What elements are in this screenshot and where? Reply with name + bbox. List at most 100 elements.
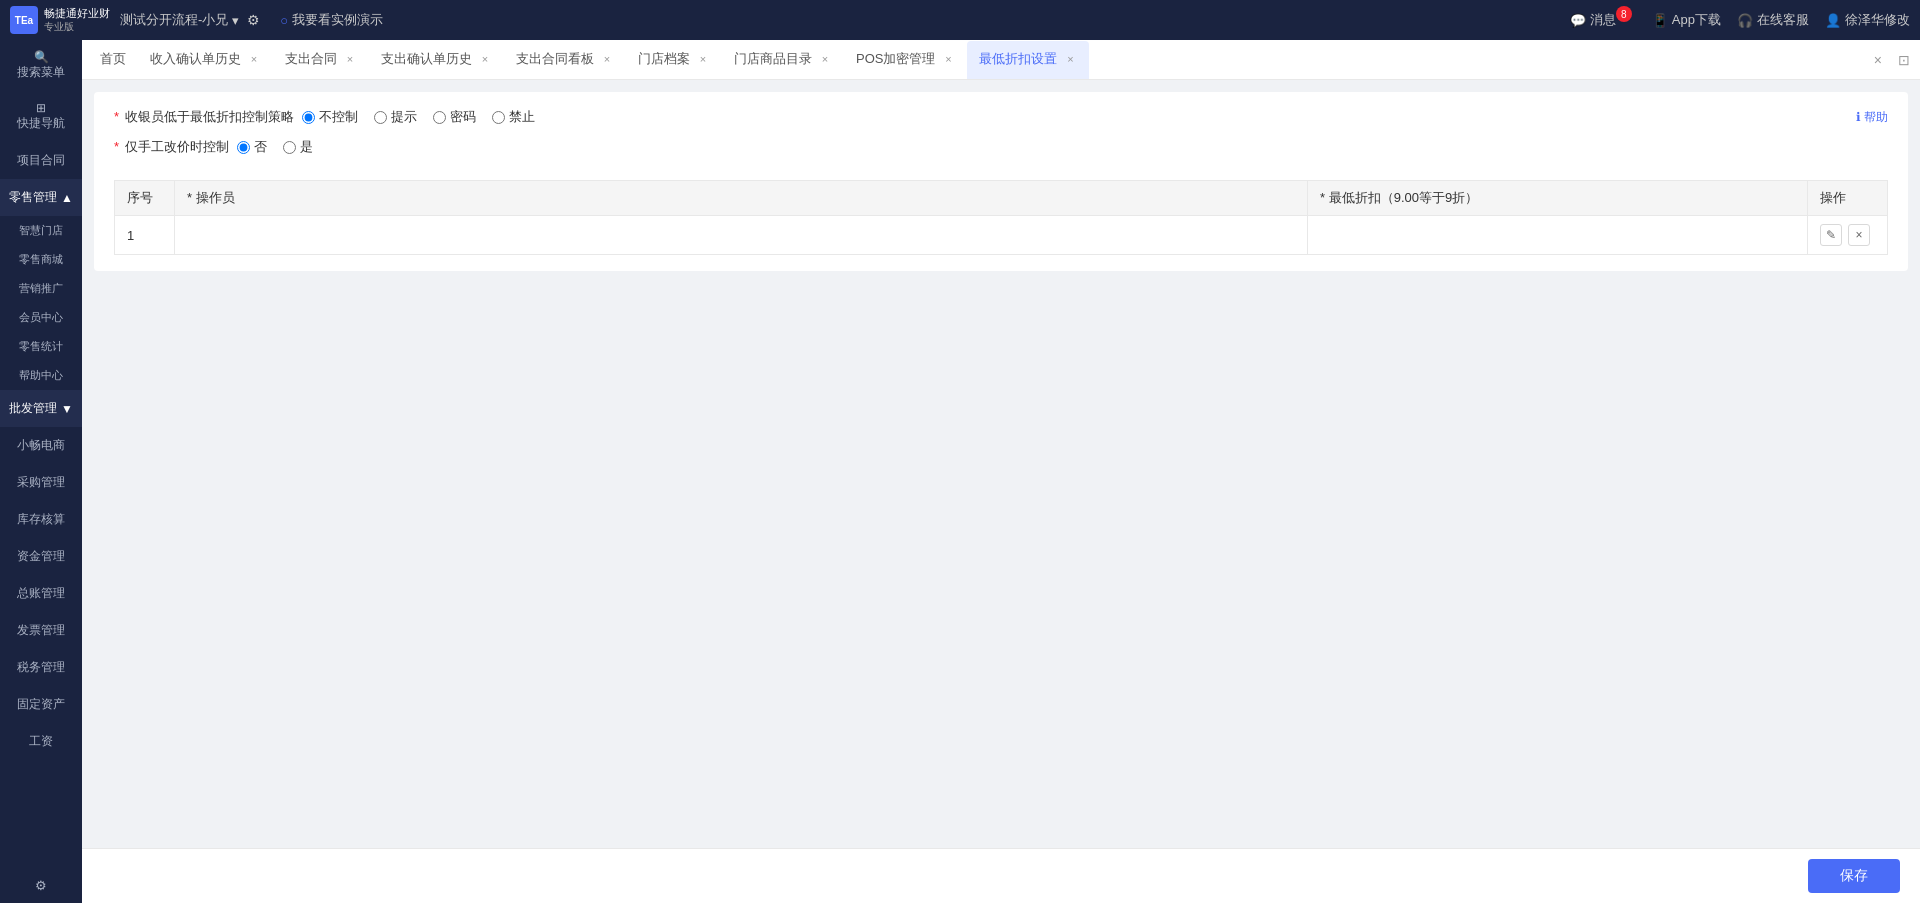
row-action-btns: ✎ × [1820, 224, 1875, 246]
col-header-action: 操作 [1808, 181, 1888, 216]
gear-icon: ⚙ [35, 878, 47, 893]
sidebar-item-retail-stats[interactable]: 零售统计 [0, 332, 82, 361]
col-header-operator: * 操作员 [175, 181, 1308, 216]
sidebar-item-ecommerce[interactable]: 小畅电商 [0, 427, 82, 464]
tab-close-min-discount[interactable]: × [1063, 52, 1077, 66]
sidebar: 🔍 搜索菜单 ⊞ 快捷导航 项目合同 零售管理 ▲ 智慧门店 零售商城 营销推广… [0, 40, 82, 903]
table-row: 1 ✎ [115, 216, 1888, 255]
tab-close-store-file[interactable]: × [696, 52, 710, 66]
tab-close-payment-contract[interactable]: × [343, 52, 357, 66]
sidebar-item-wholesale-mgmt[interactable]: 批发管理 ▼ [0, 390, 82, 427]
demo-link[interactable]: ○ 我要看实例演示 [280, 11, 383, 29]
edit-row-btn[interactable]: ✎ [1820, 224, 1842, 246]
content-area: 首页 收入确认单历史 × 支出合同 × 支出确认单历史 × 支出合同看板 × 门… [82, 40, 1920, 903]
tab-payment-confirm-history[interactable]: 支出确认单历史 × [369, 41, 504, 79]
tab-home[interactable]: 首页 [88, 41, 138, 79]
sidebar-item-smart-store[interactable]: 智慧门店 [0, 216, 82, 245]
discount-input[interactable] [1320, 228, 1795, 243]
col-header-seq: 序号 [115, 181, 175, 216]
sidebar-item-shortcut[interactable]: ⊞ 快捷导航 [0, 91, 82, 142]
sidebar-item-project-contract[interactable]: 项目合同 [0, 142, 82, 179]
sidebar-item-member-center[interactable]: 会员中心 [0, 303, 82, 332]
radio-forbid[interactable]: 禁止 [492, 108, 535, 126]
sidebar-item-retail-mgmt[interactable]: 零售管理 ▲ [0, 179, 82, 216]
form-row-2: * 仅手工改价时控制 否 是 [114, 138, 1888, 156]
radio-remind[interactable]: 提示 [374, 108, 417, 126]
sidebar-item-search[interactable]: 🔍 搜索菜单 [0, 40, 82, 91]
sidebar-settings-btn[interactable]: ⚙ [0, 868, 82, 903]
delete-row-btn[interactable]: × [1848, 224, 1870, 246]
tab-bar: 首页 收入确认单历史 × 支出合同 × 支出确认单历史 × 支出合同看板 × 门… [82, 40, 1920, 80]
tab-store-products[interactable]: 门店商品目录 × [722, 41, 844, 79]
tab-min-discount[interactable]: 最低折扣设置 × [967, 41, 1089, 79]
tab-bar-actions: × ⊡ [1870, 50, 1914, 70]
radio-password[interactable]: 密码 [433, 108, 476, 126]
message-btn[interactable]: 💬 消息 8 [1570, 11, 1636, 29]
tab-close-btn[interactable]: × [1870, 50, 1886, 70]
page-content: * 收银员低于最低折扣控制策略 不控制 提示 [82, 80, 1920, 848]
logo-text: 畅捷通好业财 专业版 [44, 7, 110, 32]
radio-no[interactable]: 否 [237, 138, 267, 156]
chevron-up-icon: ▲ [61, 191, 73, 205]
table-header-row: 序号 * 操作员 * 最低折扣（9.00等于9折） 操作 [115, 181, 1888, 216]
tab-close-store-products[interactable]: × [818, 52, 832, 66]
app-logo: TEa 畅捷通好业财 专业版 [10, 6, 110, 34]
bottom-bar: 保存 [82, 848, 1920, 903]
save-button[interactable]: 保存 [1808, 859, 1900, 893]
required-mark-2: * [114, 139, 119, 154]
help-circle-icon: ℹ [1856, 110, 1861, 124]
user-menu-btn[interactable]: 👤 徐泽华修改 [1825, 11, 1910, 29]
radio-no-control[interactable]: 不控制 [302, 108, 358, 126]
sidebar-item-purchase-mgmt[interactable]: 采购管理 [0, 464, 82, 501]
sidebar-item-tax-mgmt[interactable]: 税务管理 [0, 649, 82, 686]
chevron-down-icon: ▾ [232, 13, 239, 28]
online-service-btn[interactable]: 🎧 在线客服 [1737, 11, 1809, 29]
sidebar-item-account-mgmt[interactable]: 总账管理 [0, 575, 82, 612]
tab-store-file[interactable]: 门店档案 × [626, 41, 722, 79]
cell-discount[interactable] [1308, 216, 1808, 255]
tab-income-history[interactable]: 收入确认单历史 × [138, 41, 273, 79]
settings-icon[interactable]: ⚙ [247, 12, 260, 28]
message-icon: 💬 [1570, 13, 1586, 28]
tab-close-pos-password[interactable]: × [941, 52, 955, 66]
tab-payment-board[interactable]: 支出合同看板 × [504, 41, 626, 79]
discount-table: 序号 * 操作员 * 最低折扣（9.00等于9折） 操作 [114, 180, 1888, 255]
sidebar-item-fixed-assets[interactable]: 固定资产 [0, 686, 82, 723]
help-btn[interactable]: ℹ 帮助 [1856, 109, 1888, 126]
service-icon: 🎧 [1737, 13, 1753, 28]
sidebar-item-inventory[interactable]: 库存核算 [0, 501, 82, 538]
field1-label: * 收银员低于最低折扣控制策略 [114, 108, 294, 126]
form-row-1: * 收银员低于最低折扣控制策略 不控制 提示 [114, 108, 1888, 126]
tab-pos-password[interactable]: POS加密管理 × [844, 41, 967, 79]
sidebar-item-invoice-mgmt[interactable]: 发票管理 [0, 612, 82, 649]
col-header-discount: * 最低折扣（9.00等于9折） [1308, 181, 1808, 216]
settings-card: * 收银员低于最低折扣控制策略 不控制 提示 [94, 92, 1908, 271]
project-selector[interactable]: 测试分开流程-小兄 ▾ [120, 11, 239, 29]
field2-label: * 仅手工改价时控制 [114, 138, 229, 156]
search-icon: 🔍 [0, 50, 82, 64]
cell-action: ✎ × [1808, 216, 1888, 255]
cell-operator[interactable] [175, 216, 1308, 255]
sidebar-item-retail-mall[interactable]: 零售商城 [0, 245, 82, 274]
tab-expand-btn[interactable]: ⊡ [1894, 50, 1914, 70]
cell-seq: 1 [115, 216, 175, 255]
operator-input[interactable] [187, 228, 1295, 243]
app-download-btn[interactable]: 📱 App下载 [1652, 11, 1721, 29]
tab-close-payment-board[interactable]: × [600, 52, 614, 66]
discount-table-wrapper: 序号 * 操作员 * 最低折扣（9.00等于9折） 操作 [114, 168, 1888, 255]
top-bar-right: 💬 消息 8 📱 App下载 🎧 在线客服 👤 徐泽华修改 [1570, 11, 1910, 29]
grid-icon: ⊞ [0, 101, 82, 115]
tab-payment-contract[interactable]: 支出合同 × [273, 41, 369, 79]
sidebar-item-help-center[interactable]: 帮助中心 [0, 361, 82, 390]
chevron-down-icon: ▼ [61, 402, 73, 416]
download-icon: 📱 [1652, 13, 1668, 28]
sidebar-item-salary[interactable]: 工资 [0, 723, 82, 760]
sidebar-item-marketing[interactable]: 营销推广 [0, 274, 82, 303]
circle-icon: ○ [280, 13, 288, 28]
tab-close-income-history[interactable]: × [247, 52, 261, 66]
user-icon: 👤 [1825, 13, 1841, 28]
tab-close-payment-confirm-history[interactable]: × [478, 52, 492, 66]
sidebar-item-capital-mgmt[interactable]: 资金管理 [0, 538, 82, 575]
radio-yes[interactable]: 是 [283, 138, 313, 156]
required-mark-1: * [114, 109, 119, 124]
